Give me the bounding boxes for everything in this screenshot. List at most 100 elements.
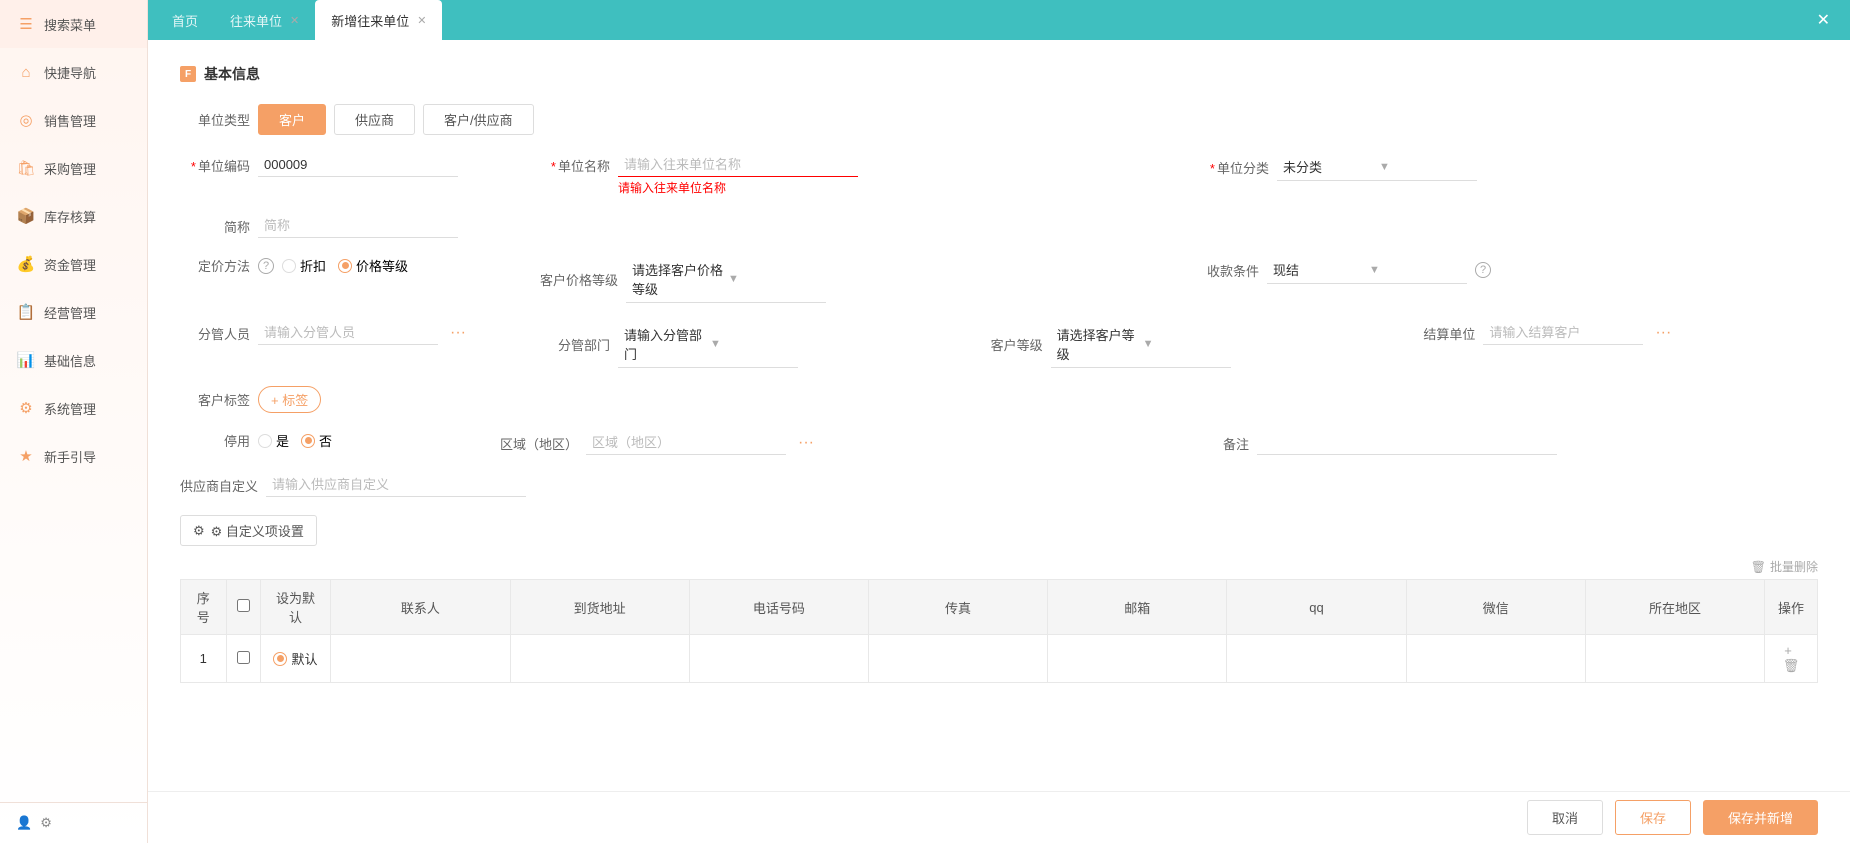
- operations-icon: 📋: [16, 302, 36, 322]
- unit-code-input[interactable]: [258, 153, 458, 177]
- col-region: 所在地区: [1585, 580, 1764, 635]
- sysmanage-icon: ⚙: [16, 398, 36, 418]
- disable-group: 停用 是 否: [180, 431, 460, 450]
- custom-settings-button[interactable]: ⚙ ⚙ 自定义项设置: [180, 515, 317, 546]
- payment-group: 收款条件 现结 ▼ ?: [1189, 256, 1818, 284]
- supervisor-input[interactable]: [258, 321, 438, 345]
- search-menu-icon: ☰: [16, 14, 36, 34]
- section-title: F 基本信息: [180, 64, 1818, 84]
- unit-btn-both[interactable]: 客户/供应商: [423, 104, 534, 135]
- tab-new-unit-close[interactable]: ✕: [417, 14, 426, 27]
- col-checkbox: [226, 580, 260, 635]
- region-more-btn[interactable]: ···: [794, 434, 818, 452]
- disable-no[interactable]: 否: [301, 431, 332, 450]
- radio-level-circle: [338, 259, 352, 273]
- pricing-level[interactable]: 价格等级: [338, 256, 408, 275]
- payment-select[interactable]: 现结 ▼: [1267, 256, 1467, 284]
- sidebar-item-purchase[interactable]: 🛍 采购管理: [0, 144, 147, 192]
- fax-input[interactable]: [879, 651, 1037, 666]
- pricing-row: 定价方法 ? 折扣 价格等级 客户价格等级 请选择客户价格等级: [180, 256, 1818, 303]
- disable-yes[interactable]: 是: [258, 431, 289, 450]
- tab-units-close[interactable]: ✕: [290, 14, 299, 27]
- unit-category-select[interactable]: 未分类 ▼: [1277, 153, 1477, 181]
- row-wechat[interactable]: [1406, 635, 1585, 683]
- region-row-input[interactable]: [1596, 651, 1754, 666]
- unit-btn-supplier[interactable]: 供应商: [334, 104, 415, 135]
- sidebar-item-search[interactable]: ☰ 搜索菜单: [0, 0, 147, 48]
- short-name-input[interactable]: [258, 214, 458, 238]
- select-all-checkbox[interactable]: [237, 599, 250, 612]
- row-fax[interactable]: [868, 635, 1047, 683]
- row-email[interactable]: [1048, 635, 1227, 683]
- sidebar-item-basic[interactable]: 📊 基础信息: [0, 336, 147, 384]
- supervisor-more-btn[interactable]: ···: [446, 324, 470, 342]
- save-button[interactable]: 保存: [1615, 800, 1691, 835]
- tab-bar: 首页 往来单位 ✕ 新增往来单位 ✕ ✕: [148, 0, 1850, 40]
- unit-type-buttons: 客户 供应商 客户/供应商: [258, 104, 534, 135]
- save-new-button[interactable]: 保存并新增: [1703, 800, 1818, 835]
- add-row-btn[interactable]: +: [1784, 643, 1792, 658]
- row-qq[interactable]: [1227, 635, 1406, 683]
- guide-icon: ★: [16, 446, 36, 466]
- dept-label: 分管部门: [540, 335, 610, 354]
- sidebar-item-sales[interactable]: ◎ 销售管理: [0, 96, 147, 144]
- tab-home[interactable]: 首页: [156, 0, 214, 40]
- customer-price-label: 客户价格等级: [540, 270, 618, 289]
- cancel-button[interactable]: 取消: [1527, 800, 1603, 835]
- contact-input[interactable]: [341, 651, 499, 666]
- row-address[interactable]: [510, 635, 689, 683]
- tags-label: 客户标签: [180, 390, 250, 409]
- window-close-button[interactable]: ✕: [1809, 10, 1838, 30]
- row-phone[interactable]: [689, 635, 868, 683]
- unit-btn-customer[interactable]: 客户: [258, 104, 326, 135]
- remark-input[interactable]: [1257, 431, 1557, 455]
- sidebar-item-guide[interactable]: ★ 新手引导: [0, 432, 147, 480]
- row-contact[interactable]: [331, 635, 510, 683]
- sidebar-item-quicknav[interactable]: ⌂ 快捷导航: [0, 48, 147, 96]
- pricing-discount[interactable]: 折扣: [282, 256, 326, 275]
- row-seq: 1: [181, 635, 227, 683]
- remark-group: 备注: [1179, 431, 1818, 455]
- quicknav-icon: ⌂: [16, 62, 36, 82]
- supplier-custom-input[interactable]: [266, 473, 526, 497]
- unit-code-label: 单位编码: [180, 156, 250, 175]
- payment-arrow: ▼: [1369, 264, 1461, 276]
- sidebar-item-sysmanage[interactable]: ⚙ 系统管理: [0, 384, 147, 432]
- dept-select[interactable]: 请输入分管部门 ▼: [618, 321, 798, 368]
- pricing-help-icon[interactable]: ?: [258, 258, 274, 274]
- batch-delete-label[interactable]: 批量删除: [1770, 558, 1818, 575]
- settlement-input[interactable]: [1483, 321, 1643, 345]
- wechat-input[interactable]: [1417, 651, 1575, 666]
- add-tag-button[interactable]: + 标签: [258, 386, 321, 413]
- sidebar-item-inventory[interactable]: 📦 库存核算: [0, 192, 147, 240]
- supplier-custom-label: 供应商自定义: [180, 476, 258, 495]
- payment-help-icon[interactable]: ?: [1475, 262, 1491, 278]
- phone-input[interactable]: [700, 651, 858, 666]
- supervisor-row: 分管人员 ··· 分管部门 请输入分管部门 ▼ 客户等级 请选择客户等级 ▼ 结…: [180, 321, 1818, 368]
- email-input[interactable]: [1058, 651, 1216, 666]
- qq-input[interactable]: [1237, 651, 1395, 666]
- region-input[interactable]: [586, 431, 786, 455]
- sidebar-item-operations[interactable]: 📋 经营管理: [0, 288, 147, 336]
- tab-units[interactable]: 往来单位 ✕: [214, 0, 315, 40]
- settlement-more-btn[interactable]: ···: [1651, 324, 1675, 342]
- delete-row-btn[interactable]: 🗑: [1783, 658, 1800, 673]
- contact-table: 序号 设为默认 联系人 到货地址 电话号码 传真 邮箱 qq 微信 所在地区 操…: [180, 579, 1818, 683]
- row-select-checkbox[interactable]: [237, 651, 250, 664]
- unit-name-input[interactable]: [618, 153, 858, 177]
- region-label: 区域（地区）: [500, 434, 578, 453]
- row-default: 默认: [260, 635, 331, 683]
- row-default-radio[interactable]: 默认: [271, 649, 321, 668]
- tab-new-unit[interactable]: 新增往来单位 ✕: [315, 0, 442, 40]
- address-input[interactable]: [521, 651, 679, 666]
- batch-delete-area: 🗑 批量删除: [180, 558, 1818, 575]
- col-seq: 序号: [181, 580, 227, 635]
- pricing-label: 定价方法: [180, 256, 250, 275]
- short-name-row: 简称: [180, 214, 1818, 238]
- customer-level-select[interactable]: 请选择客户等级 ▼: [1051, 321, 1231, 368]
- settings-icon[interactable]: ⚙: [40, 815, 52, 831]
- row-region[interactable]: [1585, 635, 1764, 683]
- dept-arrow: ▼: [710, 338, 792, 350]
- sidebar-item-finance[interactable]: 💰 资金管理: [0, 240, 147, 288]
- customer-price-select[interactable]: 请选择客户价格等级 ▼: [626, 256, 826, 303]
